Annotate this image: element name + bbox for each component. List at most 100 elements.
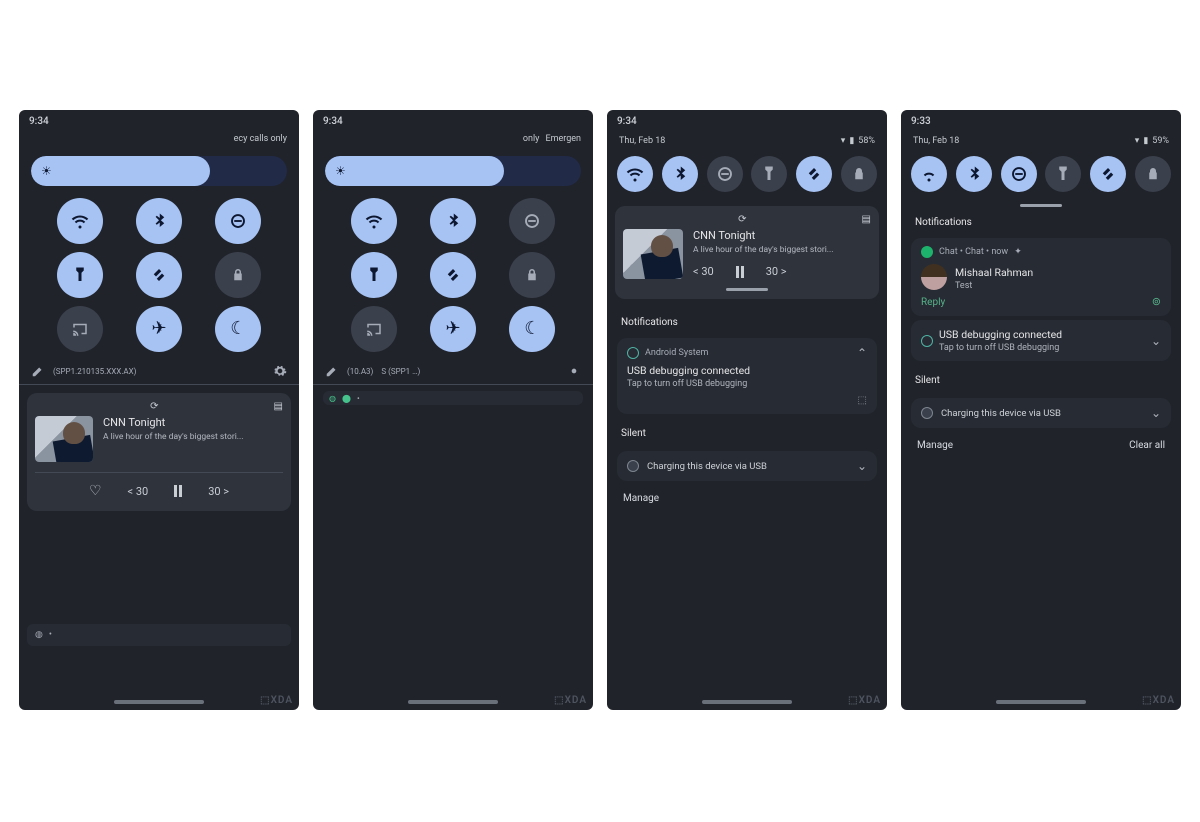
qs-wifi[interactable] bbox=[911, 156, 947, 192]
xda-watermark: ⬚XDA bbox=[554, 695, 587, 706]
collapsed-notification-strip[interactable]: ◍⬤• bbox=[323, 391, 583, 405]
notification-usb[interactable]: Android System ⌃ USB debugging connected… bbox=[617, 338, 877, 414]
chat-app-icon bbox=[921, 246, 933, 258]
xda-watermark: ⬚XDA bbox=[1142, 695, 1175, 706]
notification-title: USB debugging connected bbox=[939, 328, 1145, 341]
manage-button[interactable]: Manage bbox=[917, 440, 953, 451]
media-rewind-button[interactable]: < 30 bbox=[693, 265, 714, 278]
qs-bluetooth[interactable] bbox=[662, 156, 698, 192]
bubble-icon[interactable]: ⊚ bbox=[1152, 295, 1161, 308]
date-row: Thu, Feb 18 ▾ ▮ 58% bbox=[607, 132, 887, 152]
manage-button[interactable]: Manage bbox=[623, 493, 659, 504]
screenshot-2: 9:34 only Emergen ☀ ✈ ☾ (10.A3) S (SPP1 … bbox=[313, 110, 593, 710]
media-player-card[interactable]: ⟳ ▤ CNN Tonight A live hour of the day's… bbox=[27, 393, 291, 511]
media-pause-button[interactable] bbox=[736, 266, 744, 278]
qs-wifi[interactable] bbox=[351, 198, 397, 244]
notification-usb[interactable]: USB debugging connected Tap to turn off … bbox=[911, 320, 1171, 361]
qs-airplane[interactable]: ✈ bbox=[430, 306, 476, 352]
nav-gesture-bar[interactable] bbox=[114, 700, 204, 704]
media-pause-button[interactable] bbox=[174, 485, 182, 497]
qs-bluetooth[interactable] bbox=[430, 198, 476, 244]
android-system-icon bbox=[627, 460, 639, 472]
media-rewind-button[interactable]: < 30 bbox=[128, 485, 149, 498]
status-bar: 9:34 bbox=[607, 110, 887, 132]
media-favorite-button[interactable]: ♡ bbox=[89, 483, 102, 499]
date-text: Thu, Feb 18 bbox=[619, 136, 665, 146]
chevron-up-icon[interactable]: ⌃ bbox=[857, 346, 867, 360]
media-forward-button[interactable]: 30 > bbox=[208, 485, 229, 498]
qs-dnd[interactable] bbox=[1001, 156, 1037, 192]
notification-subtitle: Tap to turn off USB debugging bbox=[939, 343, 1145, 353]
media-player-card[interactable]: ⟳ ▤ CNN Tonight A live hour of the day's… bbox=[615, 206, 879, 299]
qs-nightmode[interactable]: ☾ bbox=[509, 306, 555, 352]
qs-lock[interactable] bbox=[841, 156, 877, 192]
qs-autorotate[interactable] bbox=[796, 156, 832, 192]
qs-flashlight[interactable] bbox=[751, 156, 787, 192]
notification-settings-icon[interactable]: ⬚ bbox=[858, 395, 867, 406]
reply-button[interactable]: Reply bbox=[921, 297, 1161, 308]
qs-dnd[interactable] bbox=[215, 198, 261, 244]
collapsed-notification-strip[interactable]: ◍• bbox=[27, 624, 291, 646]
brightness-slider[interactable]: ☀ bbox=[31, 156, 287, 186]
qs-flashlight[interactable] bbox=[1045, 156, 1081, 192]
shade-footer: Manage Clear all bbox=[901, 428, 1181, 463]
qs-lock[interactable] bbox=[509, 252, 555, 298]
media-output-icon[interactable]: ▤ bbox=[862, 214, 871, 225]
clear-all-button[interactable]: Clear all bbox=[1129, 440, 1165, 451]
qs-autorotate[interactable] bbox=[1090, 156, 1126, 192]
wifi-status-icon: ▾ bbox=[841, 136, 846, 146]
network-status-row: only Emergen bbox=[313, 132, 593, 150]
qs-airplane[interactable]: ✈ bbox=[136, 306, 182, 352]
qs-wifi[interactable] bbox=[57, 198, 103, 244]
media-thumbnail bbox=[623, 229, 683, 279]
notification-chat[interactable]: Chat • Chat • now ✦ Mishaal Rahman Test … bbox=[911, 238, 1171, 316]
media-output-icon[interactable]: ▤ bbox=[274, 401, 283, 412]
silent-notification[interactable]: Charging this device via USB ⌄ bbox=[617, 451, 877, 481]
chevron-down-icon[interactable]: ⌄ bbox=[1151, 334, 1161, 348]
status-bar: 9:34 bbox=[19, 110, 299, 132]
qs-flashlight[interactable] bbox=[57, 252, 103, 298]
edit-icon[interactable] bbox=[31, 364, 45, 378]
qs-cast[interactable] bbox=[57, 306, 103, 352]
media-subtitle: A live hour of the day's biggest stori..… bbox=[693, 245, 871, 255]
silent-header: Silent bbox=[607, 418, 887, 445]
qs-lock[interactable] bbox=[1135, 156, 1171, 192]
edit-icon[interactable] bbox=[325, 364, 339, 378]
clock-time: 9:34 bbox=[29, 116, 49, 127]
media-forward-button[interactable]: 30 > bbox=[766, 265, 787, 278]
battery-percent: 58% bbox=[858, 136, 875, 146]
settings-icon[interactable] bbox=[567, 364, 581, 378]
chevron-down-icon[interactable]: ⌄ bbox=[1151, 406, 1161, 420]
nav-gesture-bar[interactable] bbox=[408, 700, 498, 704]
qs-lock[interactable] bbox=[215, 252, 261, 298]
qs-flashlight[interactable] bbox=[351, 252, 397, 298]
chat-message: Test bbox=[955, 281, 1033, 291]
sender-name: Mishaal Rahman bbox=[955, 266, 1033, 279]
nav-gesture-bar[interactable] bbox=[702, 700, 792, 704]
qs-nightmode[interactable]: ☾ bbox=[215, 306, 261, 352]
network-status-text: ecy calls only bbox=[234, 134, 287, 144]
qs-dnd[interactable] bbox=[509, 198, 555, 244]
qs-bluetooth[interactable] bbox=[136, 198, 182, 244]
qs-autorotate[interactable] bbox=[430, 252, 476, 298]
status-icons: ▾ ▮ 58% bbox=[841, 136, 875, 146]
media-drag-handle[interactable] bbox=[726, 288, 768, 291]
settings-icon[interactable] bbox=[273, 364, 287, 378]
battery-icon: ▮ bbox=[849, 136, 854, 146]
qs-bluetooth[interactable] bbox=[956, 156, 992, 192]
qs-footer: (SPP1.210135.XXX.AX) bbox=[19, 358, 299, 384]
silent-notification[interactable]: Charging this device via USB ⌄ bbox=[911, 398, 1171, 428]
brightness-slider[interactable]: ☀ bbox=[325, 156, 581, 186]
chevron-down-icon[interactable]: ⌄ bbox=[857, 459, 867, 473]
quick-settings-row bbox=[901, 152, 1181, 196]
brightness-icon: ☀ bbox=[335, 164, 346, 178]
xda-watermark: ⬚XDA bbox=[260, 695, 293, 706]
nav-gesture-bar[interactable] bbox=[996, 700, 1086, 704]
qs-wifi[interactable] bbox=[617, 156, 653, 192]
qs-autorotate[interactable] bbox=[136, 252, 182, 298]
qs-dnd[interactable] bbox=[707, 156, 743, 192]
silent-header: Silent bbox=[901, 365, 1181, 392]
screenshot-3: 9:34 Thu, Feb 18 ▾ ▮ 58% ⟳ ▤ CNN Tonight… bbox=[607, 110, 887, 710]
qs-cast[interactable] bbox=[351, 306, 397, 352]
date-row: Thu, Feb 18 ▾ ▮ 59% bbox=[901, 132, 1181, 152]
